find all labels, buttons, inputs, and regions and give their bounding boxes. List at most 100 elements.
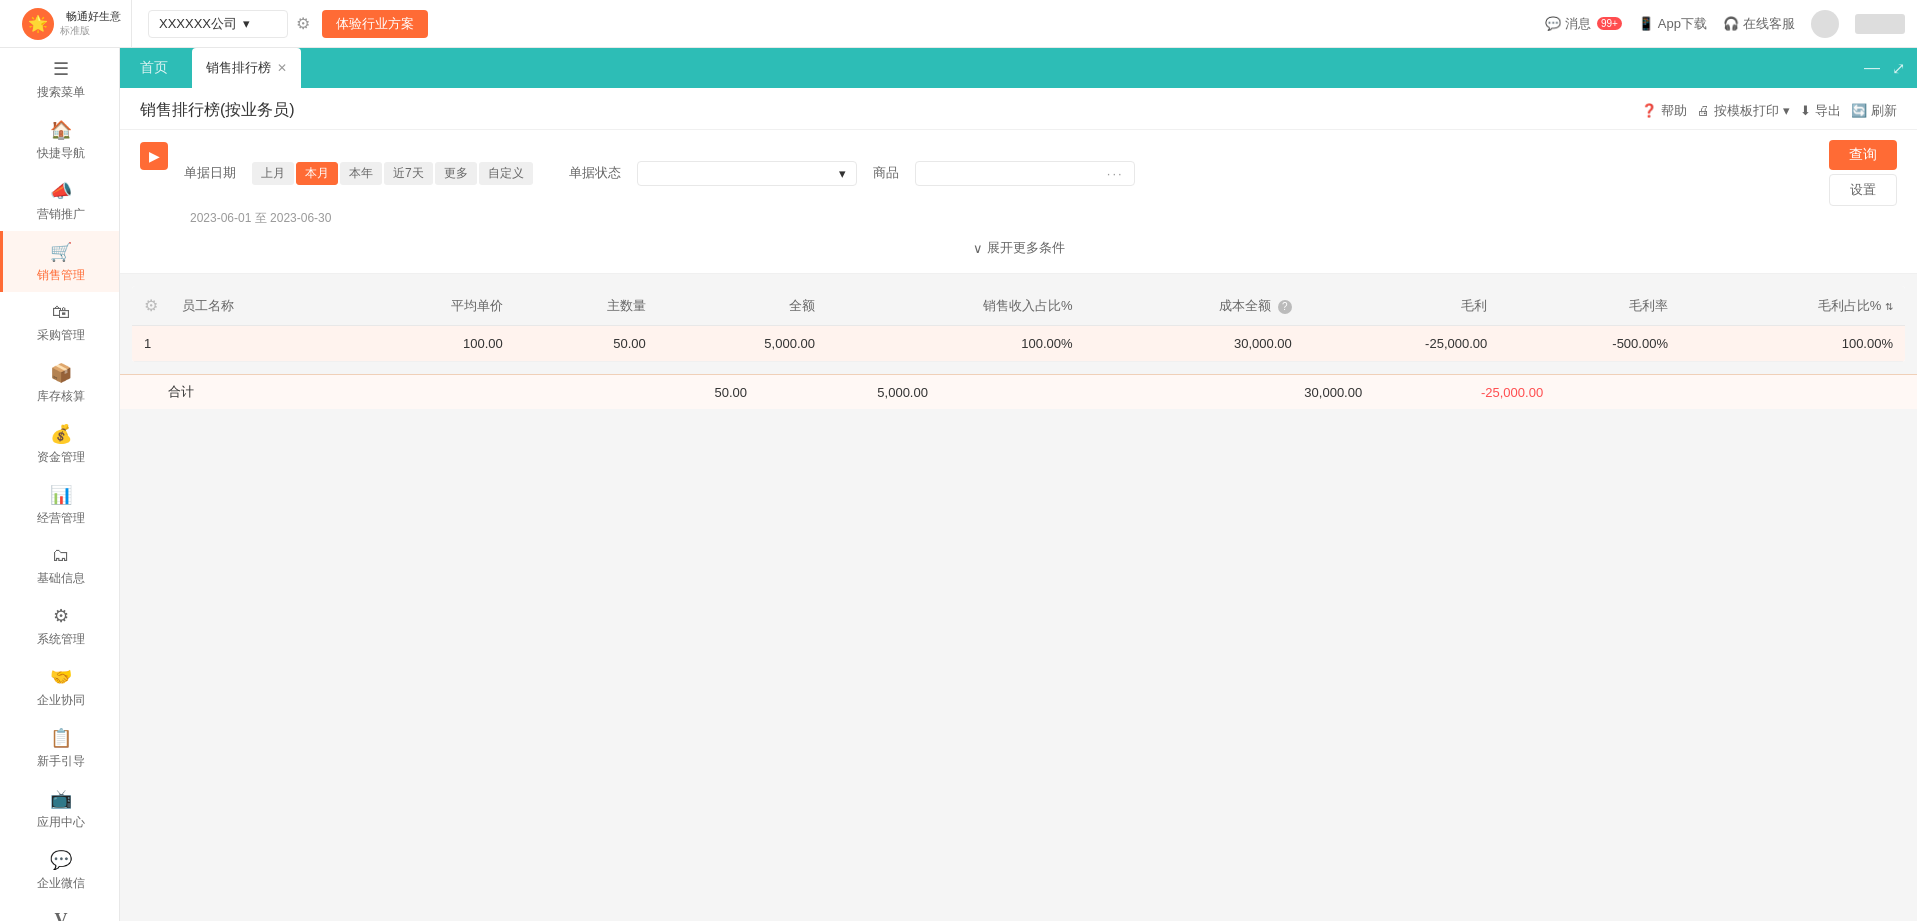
help-icon: ❓ — [1641, 103, 1657, 118]
goods-input[interactable]: ··· — [915, 161, 1135, 186]
print-dropdown-icon: ▾ — [1783, 103, 1790, 118]
sidebar-item-guide[interactable]: 📋 新手引导 — [0, 717, 119, 778]
sidebar-label-base: 基础信息 — [37, 570, 85, 587]
ranking-table: ⚙ 员工名称 平均单价 主数量 全额 销售收入占比% 成本全额 ? 毛利 毛利率 — [132, 286, 1905, 362]
footer-gross-pct — [1724, 383, 1905, 401]
footer-label: 合计 — [168, 383, 385, 401]
query-button[interactable]: 查询 — [1829, 140, 1897, 170]
cell-amount: 5,000.00 — [658, 326, 827, 362]
footer-avg-price — [385, 383, 566, 401]
date-btn-more[interactable]: 更多 — [435, 162, 477, 185]
export-button[interactable]: ⬇ 导出 — [1800, 102, 1841, 120]
tab-maximize-icon[interactable]: ⤢ — [1892, 59, 1905, 78]
cell-gross: -25,000.00 — [1304, 326, 1499, 362]
settings-icon[interactable]: ⚙ — [296, 14, 310, 33]
status-select[interactable]: ▾ — [637, 161, 857, 186]
expand-conditions-btn[interactable]: ∨ 展开更多条件 — [140, 239, 1897, 257]
sidebar-item-operation[interactable]: 📊 经营管理 — [0, 474, 119, 535]
sidebar-label-guide: 新手引导 — [37, 753, 85, 770]
app-download-icon: 📱 — [1638, 16, 1654, 31]
settings-button[interactable]: 设置 — [1829, 174, 1897, 206]
sidebar-item-purchase[interactable]: 🛍 采购管理 — [0, 292, 119, 352]
sidebar-item-marketing[interactable]: 📣 营销推广 — [0, 170, 119, 231]
goods-more-icon[interactable]: ··· — [1107, 166, 1124, 181]
gross-pct-sort-icon[interactable]: ⇅ — [1885, 301, 1893, 312]
company-selector[interactable]: XXXXXX公司 ▾ — [148, 10, 288, 38]
refresh-button[interactable]: 🔄 刷新 — [1851, 102, 1897, 120]
footer-amount: 5,000.00 — [747, 383, 928, 401]
tab-close-icon[interactable]: ✕ — [277, 61, 287, 75]
apps-icon: 📺 — [50, 788, 72, 810]
sidebar-label-marketing: 营销推广 — [37, 206, 85, 223]
sidebar-label-quick-nav: 快捷导航 — [37, 145, 85, 162]
home-icon: 🏠 — [50, 119, 72, 141]
footer-sales-pct — [928, 383, 1145, 401]
online-service-button[interactable]: 🎧 在线客服 — [1723, 15, 1795, 33]
cell-gross-pct: 100.00% — [1680, 326, 1905, 362]
help-button[interactable]: ❓ 帮助 — [1641, 102, 1687, 120]
sidebar-item-search[interactable]: ☰ 搜索菜单 — [0, 48, 119, 109]
base-icon: 🗂 — [52, 545, 70, 566]
sidebar-item-system[interactable]: ⚙ 系统管理 — [0, 595, 119, 656]
marketing-icon: 📣 — [50, 180, 72, 202]
inventory-icon: 📦 — [50, 362, 72, 384]
table-settings-icon[interactable]: ⚙ — [144, 297, 158, 314]
app-version: 标准版 — [60, 24, 121, 38]
user-avatar[interactable] — [1811, 10, 1839, 38]
sidebar-label-system: 系统管理 — [37, 631, 85, 648]
sidebar-label-inventory: 库存核算 — [37, 388, 85, 405]
app-download-button[interactable]: 📱 App下载 — [1638, 15, 1707, 33]
message-button[interactable]: 💬 消息 99+ — [1545, 15, 1622, 33]
tab-sales-ranking[interactable]: 销售排行榜 ✕ — [192, 48, 301, 88]
col-avg-price-header: 平均单价 — [342, 286, 514, 326]
status-filter-label: 单据状态 — [569, 164, 621, 182]
col-qty-header: 主数量 — [515, 286, 658, 326]
date-btn-custom[interactable]: 自定义 — [479, 162, 533, 185]
col-sales-pct-header: 销售收入占比% — [827, 286, 1085, 326]
app-logo-icon: 🌟 — [22, 8, 54, 40]
search-menu-icon: ☰ — [53, 58, 69, 80]
cell-name — [170, 326, 342, 362]
corp-icon: 🤝 — [50, 666, 72, 688]
sidebar-item-vip[interactable]: V 畅会员 — [0, 900, 119, 921]
tab-home[interactable]: 首页 — [120, 48, 188, 88]
headset-icon: 🎧 — [1723, 16, 1739, 31]
cell-rank: 1 — [132, 326, 170, 362]
sidebar-item-quick-nav[interactable]: 🏠 快捷导航 — [0, 109, 119, 170]
sidebar-item-base[interactable]: 🗂 基础信息 — [0, 535, 119, 595]
trial-button[interactable]: 体验行业方案 — [322, 10, 428, 38]
col-gross-rate-header: 毛利率 — [1499, 286, 1680, 326]
sidebar-item-finance[interactable]: 💰 资金管理 — [0, 413, 119, 474]
date-btn-7days[interactable]: 近7天 — [384, 162, 433, 185]
status-select-dropdown-icon: ▾ — [839, 166, 846, 181]
refresh-icon: 🔄 — [1851, 103, 1867, 118]
company-name: XXXXXX公司 — [159, 15, 237, 33]
footer-gross: -25,000.00 — [1362, 383, 1543, 401]
print-button[interactable]: 🖨 按模板打印 ▾ — [1697, 102, 1790, 120]
cost-info-icon[interactable]: ? — [1278, 300, 1292, 314]
sidebar-item-corp[interactable]: 🤝 企业协同 — [0, 656, 119, 717]
filter-toggle-btn[interactable]: ▶ — [140, 142, 168, 170]
sidebar-item-wechat[interactable]: 💬 企业微信 — [0, 839, 119, 900]
operation-icon: 📊 — [50, 484, 72, 506]
sales-icon: 🛒 — [50, 241, 72, 263]
sidebar-label-sales: 销售管理 — [37, 267, 85, 284]
sidebar-label-search: 搜索菜单 — [37, 84, 85, 101]
col-settings[interactable]: ⚙ — [132, 286, 170, 326]
cell-gross-rate: -500.00% — [1499, 326, 1680, 362]
sidebar-item-inventory[interactable]: 📦 库存核算 — [0, 352, 119, 413]
tab-minimize-icon[interactable]: — — [1864, 59, 1880, 77]
page-title: 销售排行榜(按业务员) — [140, 100, 295, 121]
sidebar-item-sales[interactable]: 🛒 销售管理 — [0, 231, 119, 292]
sidebar-item-apps[interactable]: 📺 应用中心 — [0, 778, 119, 839]
sidebar-label-purchase: 采购管理 — [37, 327, 85, 344]
date-btn-current-year[interactable]: 本年 — [340, 162, 382, 185]
col-gross-pct-header: 毛利占比% ⇅ — [1680, 286, 1905, 326]
user-name-placeholder — [1855, 14, 1905, 34]
date-btn-last-month[interactable]: 上月 — [252, 162, 294, 185]
date-btn-current-month[interactable]: 本月 — [296, 162, 338, 185]
footer-gross-rate — [1543, 383, 1724, 401]
message-icon: 💬 — [1545, 16, 1561, 31]
goods-filter-label: 商品 — [873, 164, 899, 182]
dropdown-icon: ▾ — [243, 16, 250, 31]
